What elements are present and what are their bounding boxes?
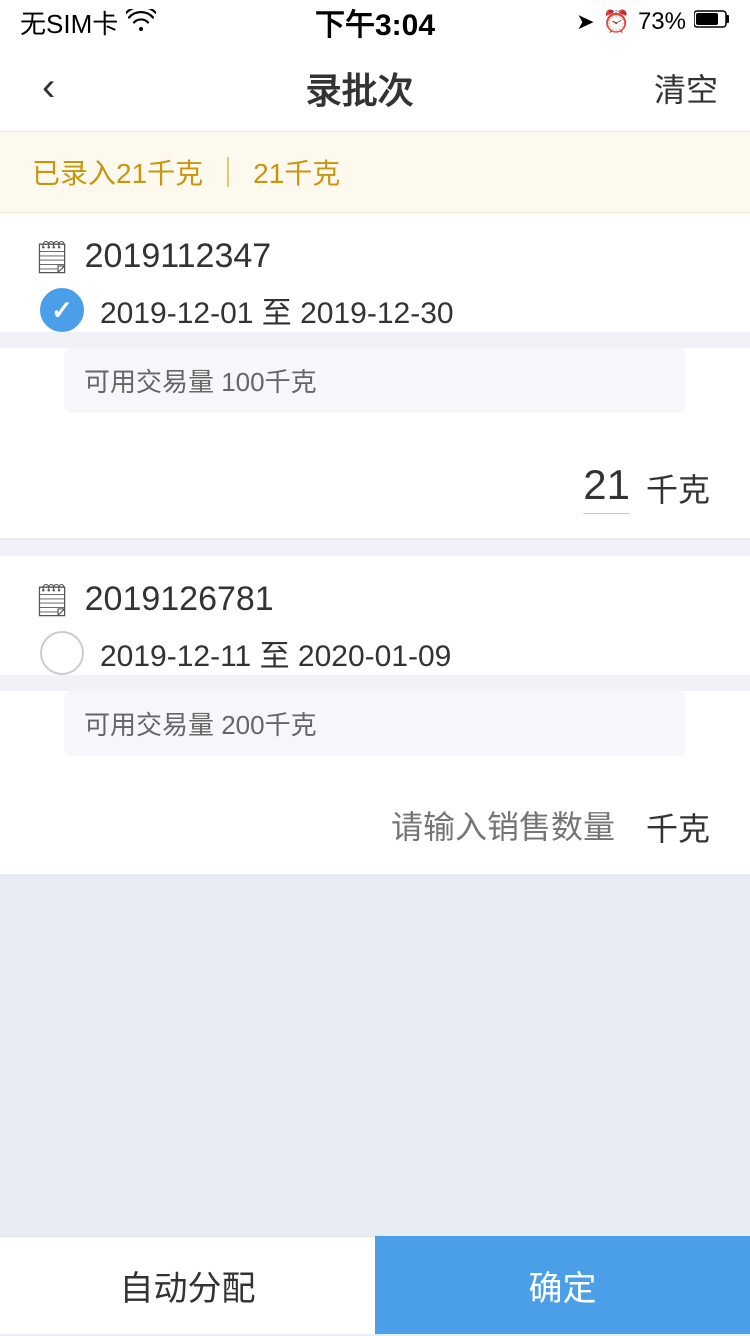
batch1-radio[interactable]	[40, 288, 84, 332]
status-right: ➤ ⏰ 73%	[576, 8, 730, 36]
batch1-quantity-row: 21 千克	[0, 437, 750, 540]
batch2-input-row: 千克	[0, 780, 750, 876]
batch1-available-wrap: 可用交易量 100千克	[0, 348, 750, 437]
back-button[interactable]: ‹	[32, 55, 65, 120]
battery-icon	[694, 8, 730, 36]
status-left: 无SIM卡	[20, 4, 156, 41]
batch2-number: 2019126781	[85, 580, 274, 619]
batch1-quantity-value: 21	[583, 461, 630, 514]
batch1-date-row: 2019-12-01 至 2019-12-30	[32, 288, 718, 332]
page-title: 录批次	[306, 62, 414, 114]
batch2-date: 2019-12-11 至 2020-01-09	[100, 631, 451, 675]
confirm-button[interactable]: 确定	[375, 1236, 750, 1334]
batch1-header: 🗒 2019112347	[32, 237, 718, 276]
batch2-quantity-input[interactable]	[40, 809, 630, 846]
bottom-bar: 自动分配 确定	[0, 1236, 750, 1334]
batch1-quantity-unit: 千克	[646, 465, 710, 511]
batch-item-2: 🗒 2019126781 2019-12-11 至 2020-01-09	[0, 556, 750, 675]
batch1-available: 可用交易量 100千克	[64, 348, 686, 413]
batch2-date-row: 2019-12-11 至 2020-01-09	[32, 631, 718, 675]
section-divider	[0, 540, 750, 556]
alarm-icon: ⏰	[603, 9, 630, 35]
batch2-radio[interactable]	[40, 631, 84, 675]
recorded-amount: 已录入21千克	[32, 152, 203, 192]
batch2-available: 可用交易量 200千克	[64, 691, 686, 756]
location-icon: ➤	[576, 9, 594, 35]
total-amount: 21千克	[253, 152, 340, 192]
batch1-icon: 🗒	[32, 238, 73, 276]
time-display: 下午3:04	[315, 0, 435, 44]
info-banner: 已录入21千克 21千克	[0, 132, 750, 213]
batch1-number: 2019112347	[85, 237, 272, 276]
batch-item-1: 🗒 2019112347 2019-12-01 至 2019-12-30	[0, 213, 750, 332]
nav-bar: ‹ 录批次 清空	[0, 44, 750, 132]
carrier-text: 无SIM卡	[20, 4, 118, 41]
batch2-header: 🗒 2019126781	[32, 580, 718, 619]
status-bar: 无SIM卡 下午3:04 ➤ ⏰ 73%	[0, 0, 750, 44]
battery-text: 73%	[638, 8, 686, 36]
clear-button[interactable]: 清空	[654, 65, 718, 111]
info-divider	[227, 157, 229, 187]
batch2-input-unit: 千克	[646, 804, 710, 850]
auto-distribute-button[interactable]: 自动分配	[0, 1236, 375, 1334]
batch2-available-wrap: 可用交易量 200千克	[0, 691, 750, 780]
batch2-icon: 🗒	[32, 581, 73, 619]
batch1-date: 2019-12-01 至 2019-12-30	[100, 288, 454, 332]
wifi-icon	[126, 7, 156, 38]
